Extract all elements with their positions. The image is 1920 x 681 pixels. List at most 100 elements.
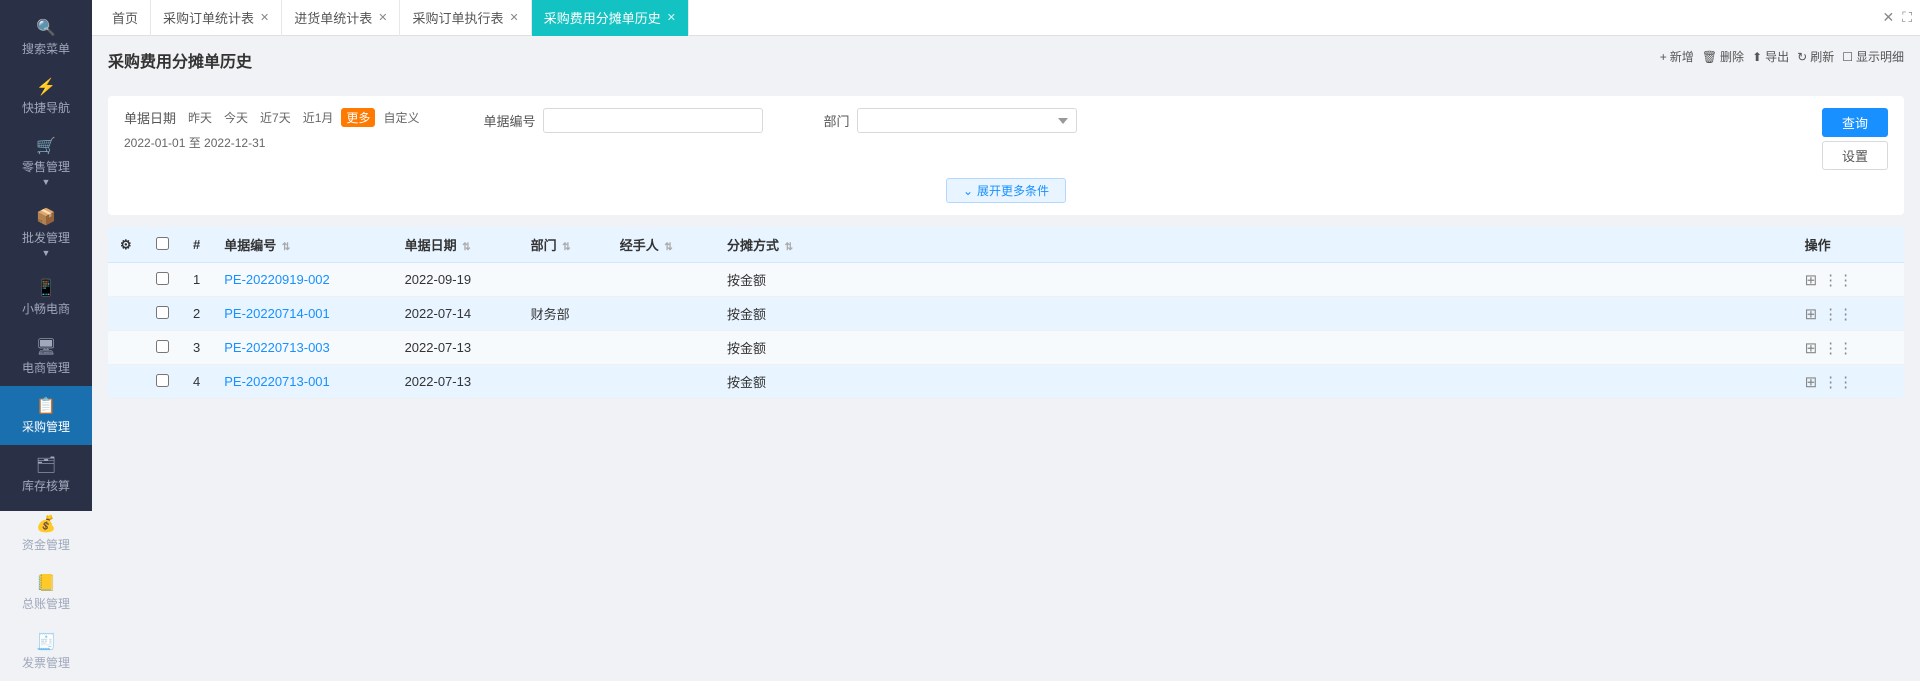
tab-purchase-goods-stat[interactable]: 进货单统计表 ✕ — [282, 0, 400, 36]
row-doc-number-link-3[interactable]: PE-20220713-001 — [224, 374, 330, 389]
tab-purchase-order-exec-close[interactable]: ✕ — [510, 11, 519, 24]
row-doc-number-link-2[interactable]: PE-20220713-003 — [224, 340, 330, 355]
sidebar-item-purchase[interactable]: 📋 采购管理 — [0, 386, 92, 445]
row-more-icon-3[interactable]: ⋮⋮ — [1823, 373, 1853, 391]
row-view-icon-3[interactable]: ⊞ — [1805, 373, 1818, 391]
tab-purchase-cost-history[interactable]: 采购费用分摊单历史 ✕ — [532, 0, 689, 36]
row-doc-number-0[interactable]: PE-20220919-002 — [212, 263, 392, 297]
date-filter-group: 单据日期 昨天 今天 近7天 近1月 更多 自定义 — [124, 108, 423, 127]
expand-more-button[interactable]: ⌄ 展开更多条件 — [946, 178, 1066, 203]
col-split-method[interactable]: 分摊方式 ⇅ — [715, 227, 1793, 263]
purchase-icon: 📋 — [36, 396, 56, 416]
row-handler-2 — [608, 331, 715, 365]
query-button[interactable]: 查询 — [1822, 108, 1888, 137]
sidebar-item-search[interactable]: 🔍 搜索菜单 — [0, 8, 92, 67]
date-7days[interactable]: 近7天 — [256, 108, 295, 127]
col-doc-date[interactable]: 单据日期 ⇅ — [393, 227, 519, 263]
retail-arrow-icon: ▼ — [42, 177, 51, 187]
col-checkbox[interactable] — [144, 227, 181, 263]
sidebar-label-search: 搜索菜单 — [22, 40, 70, 57]
row-checkbox-3[interactable] — [144, 365, 181, 399]
sidebar-item-inventory[interactable]: 🗂 库存核算 — [0, 445, 92, 504]
col-doc-number-sort: ⇅ — [282, 242, 290, 253]
col-handler-label: 经手人 — [620, 238, 659, 253]
tab-home[interactable]: 首页 — [100, 0, 151, 36]
tab-purchase-order-stat-label: 采购订单统计表 — [163, 8, 254, 27]
row-select-checkbox-2[interactable] — [156, 340, 169, 353]
sidebar-item-shortcut[interactable]: ⚡ 快捷导航 — [0, 67, 92, 126]
row-doc-number-link-0[interactable]: PE-20220919-002 — [224, 272, 330, 287]
row-more-icon-2[interactable]: ⋮⋮ — [1823, 339, 1853, 357]
sidebar-item-finance[interactable]: 💰 资金管理 — [0, 504, 92, 563]
delete-button[interactable]: 🗑 删除 — [1702, 48, 1744, 65]
shortcut-icon: ⚡ — [36, 77, 56, 97]
tab-close-all-icon[interactable]: ✕ — [1882, 9, 1894, 26]
add-button[interactable]: + 新增 — [1660, 48, 1694, 65]
row-more-icon-1[interactable]: ⋮⋮ — [1823, 305, 1853, 323]
filter-area: 单据日期 昨天 今天 近7天 近1月 更多 自定义 2022-01-01 至 2… — [108, 96, 1904, 215]
tab-purchase-order-exec[interactable]: 采购订单执行表 ✕ — [400, 0, 531, 36]
doc-number-label: 单据编号 — [483, 111, 535, 130]
add-label: 新增 — [1670, 48, 1694, 65]
row-doc-number-3[interactable]: PE-20220713-001 — [212, 365, 392, 399]
col-num: # — [181, 227, 212, 263]
row-split-method-2: 按金额 — [715, 331, 1793, 365]
date-today[interactable]: 今天 — [220, 108, 252, 127]
col-doc-number[interactable]: 单据编号 ⇅ — [212, 227, 392, 263]
tab-purchase-order-stat-close[interactable]: ✕ — [260, 11, 269, 24]
row-view-icon-2[interactable]: ⊞ — [1805, 339, 1818, 357]
sidebar-item-retail[interactable]: 🛒 零售管理 ▼ — [0, 126, 92, 197]
department-label: 部门 — [823, 111, 849, 130]
row-checkbox-1[interactable] — [144, 297, 181, 331]
date-custom[interactable]: 自定义 — [379, 108, 423, 127]
col-settings[interactable]: ⚙ — [108, 227, 144, 263]
sidebar-label-miniapp: 小畅电商 — [22, 300, 70, 317]
row-checkbox-0[interactable] — [144, 263, 181, 297]
row-handler-3 — [608, 365, 715, 399]
department-select[interactable]: 财务部 — [857, 108, 1077, 133]
sidebar-item-wholesale[interactable]: 📦 批发管理 ▼ — [0, 197, 92, 268]
setting-button[interactable]: 设置 — [1822, 141, 1888, 170]
row-doc-number-1[interactable]: PE-20220714-001 — [212, 297, 392, 331]
row-doc-number-2[interactable]: PE-20220713-003 — [212, 331, 392, 365]
col-handler[interactable]: 经手人 ⇅ — [608, 227, 715, 263]
right-toolbar: + 新增 🗑 删除 ⬆ 导出 ↻ 刷新 ☐ 显示明细 — [1660, 48, 1904, 65]
row-department-1: 财务部 — [519, 297, 608, 331]
tab-fullscreen-icon[interactable]: ⛶ — [1902, 9, 1912, 26]
date-1month[interactable]: 近1月 — [299, 108, 338, 127]
row-view-icon-1[interactable]: ⊞ — [1805, 305, 1818, 323]
date-more[interactable]: 更多 — [341, 108, 375, 127]
tab-purchase-cost-history-close[interactable]: ✕ — [667, 11, 676, 24]
refresh-button[interactable]: ↻ 刷新 — [1797, 48, 1834, 65]
doc-number-input[interactable] — [543, 108, 763, 133]
row-checkbox-2[interactable] — [144, 331, 181, 365]
table-row: 3 PE-20220713-003 2022-07-13 按金额 ⊞ ⋮⋮ — [108, 331, 1904, 365]
show-group-button[interactable]: ☐ 显示明细 — [1842, 48, 1904, 65]
sidebar-item-invoice[interactable]: 🧾 发票管理 — [0, 622, 92, 681]
ledger-icon: 📒 — [36, 573, 56, 593]
col-department[interactable]: 部门 ⇅ — [519, 227, 608, 263]
row-split-method-0: 按金额 — [715, 263, 1793, 297]
row-more-icon-0[interactable]: ⋮⋮ — [1823, 271, 1853, 289]
col-department-label: 部门 — [531, 238, 557, 253]
row-select-checkbox-0[interactable] — [156, 272, 169, 285]
row-select-checkbox-1[interactable] — [156, 306, 169, 319]
row-doc-number-link-1[interactable]: PE-20220714-001 — [224, 306, 330, 321]
select-all-checkbox[interactable] — [156, 237, 169, 250]
col-action: 操作 — [1793, 227, 1904, 263]
tab-purchase-order-stat[interactable]: 采购订单统计表 ✕ — [151, 0, 282, 36]
row-select-checkbox-3[interactable] — [156, 374, 169, 387]
date-yesterday[interactable]: 昨天 — [184, 108, 216, 127]
tab-purchase-goods-stat-close[interactable]: ✕ — [378, 11, 387, 24]
sidebar-item-ledger[interactable]: 📒 总账管理 — [0, 563, 92, 622]
row-view-icon-0[interactable]: ⊞ — [1805, 271, 1818, 289]
search-icon: 🔍 — [36, 18, 56, 38]
row-settings-0 — [108, 263, 144, 297]
sidebar-item-ecommerce[interactable]: 🖥 电商管理 — [0, 327, 92, 386]
page-title: 采购费用分摊单历史 — [108, 48, 252, 72]
page-header: 采购费用分摊单历史 + 新增 🗑 删除 ⬆ 导出 ↻ 刷新 — [108, 48, 1904, 84]
export-button[interactable]: ⬆ 导出 — [1752, 48, 1789, 65]
checkbox-icon: ☐ — [1842, 50, 1853, 64]
tab-home-label: 首页 — [112, 8, 138, 27]
sidebar-item-miniapp[interactable]: 📱 小畅电商 — [0, 268, 92, 327]
